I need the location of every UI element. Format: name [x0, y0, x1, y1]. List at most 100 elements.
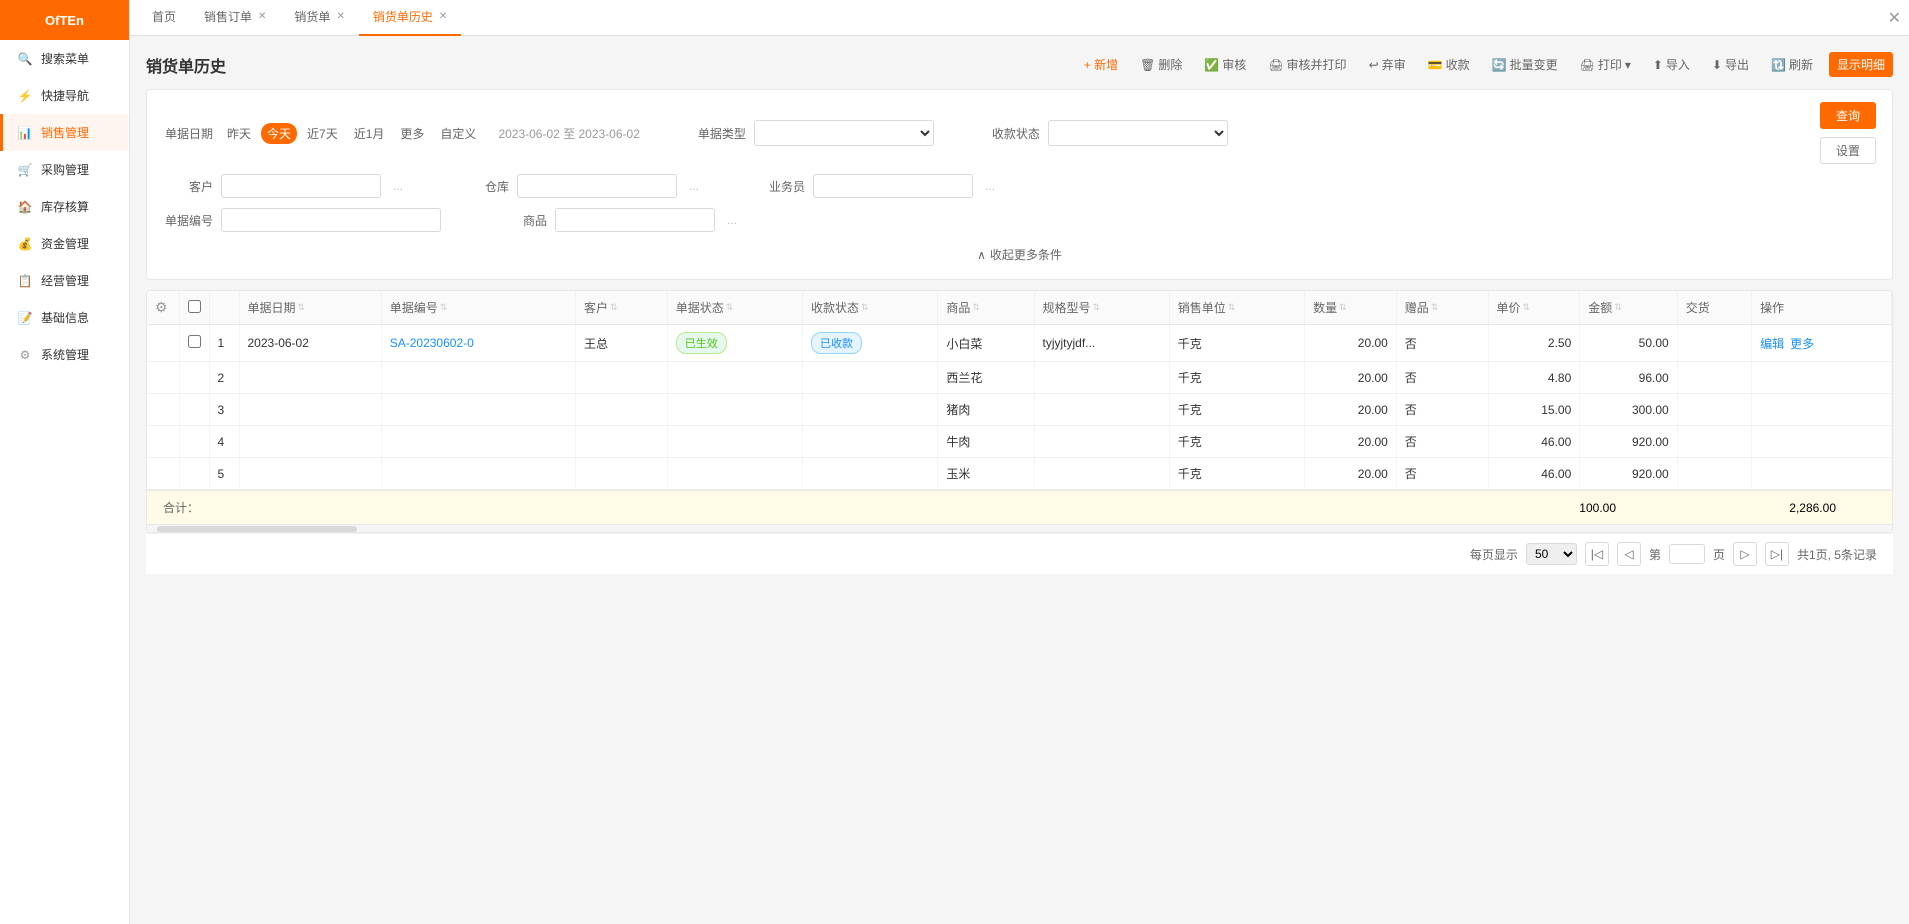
customer-ellipsis[interactable]: ... [393, 179, 403, 193]
salesperson-ellipsis[interactable]: ... [985, 179, 995, 193]
delete-button[interactable]: 🗑 删除 [1134, 54, 1188, 75]
trade-cell [1677, 394, 1751, 426]
gift-cell: 否 [1396, 458, 1488, 490]
prev-page-button[interactable]: ◁ [1617, 542, 1641, 566]
filter-doc-no: 单据编号 [163, 208, 441, 232]
tab-sales-history[interactable]: 销货单历史 ✕ [359, 0, 461, 36]
export-icon: ⬇ [1712, 58, 1722, 72]
batch-change-button[interactable]: 🔄 批量变更 [1486, 54, 1564, 75]
sidebar-item-purchase-mgmt[interactable]: 🛒 采购管理 [0, 151, 129, 188]
shortcut-yesterday[interactable]: 昨天 [221, 123, 257, 144]
collectstatus-cell: 已收款 [803, 325, 938, 362]
customer-col-header[interactable]: 客户 ⇅ [576, 291, 668, 325]
setting-button[interactable]: 设置 [1820, 137, 1876, 164]
close-all-tabs[interactable]: ✕ [1888, 8, 1901, 28]
row-checkbox-col [179, 458, 209, 490]
tab-sales-history-close[interactable]: ✕ [439, 11, 447, 22]
docstatus-col-header[interactable]: 单据状态 ⇅ [667, 291, 802, 325]
tab-sales-delivery[interactable]: 销货单 ✕ [280, 0, 358, 36]
sidebar-item-label: 销售管理 [41, 124, 89, 141]
warehouse-input[interactable] [517, 174, 677, 198]
page-header: 销货单历史 + 新增 🗑 删除 ✅ 审核 🖨 审核并打印 ↩ 弃审 [146, 52, 1893, 77]
sidebar-item-finance[interactable]: 💰 资金管理 [0, 225, 129, 262]
customer-cell: 王总 [576, 325, 668, 362]
export-button[interactable]: ⬇ 导出 [1706, 54, 1755, 75]
refresh-button[interactable]: 🔃 刷新 [1765, 54, 1819, 75]
new-button[interactable]: + 新增 [1078, 54, 1124, 75]
abandon-button[interactable]: ↩ 弃审 [1363, 54, 1412, 75]
collectstatus-col-header[interactable]: 收款状态 ⇅ [803, 291, 938, 325]
sidebar-item-sales-mgmt[interactable]: 📊 销售管理 [0, 114, 129, 151]
print-button[interactable]: 🖨 打印 ▾ [1574, 54, 1637, 75]
tab-sales-delivery-close[interactable]: ✕ [336, 11, 344, 22]
price-col-header[interactable]: 单价 ⇅ [1488, 291, 1580, 325]
date-col-header[interactable]: 单据日期 ⇅ [239, 291, 381, 325]
display-detail-button[interactable]: 显示明细 [1829, 52, 1893, 77]
select-all-checkbox[interactable] [188, 300, 201, 313]
unit-col-header[interactable]: 销售单位 ⇅ [1169, 291, 1304, 325]
tab-sales-delivery-label: 销货单 [294, 8, 330, 25]
action-更多[interactable]: 更多 [1790, 337, 1814, 351]
customer-input[interactable] [221, 174, 381, 198]
shortcut-custom[interactable]: 自定义 [434, 123, 482, 144]
warehouse-ellipsis[interactable]: ... [689, 179, 699, 193]
docno-cell [381, 426, 575, 458]
audit-button[interactable]: ✅ 审核 [1198, 54, 1252, 75]
shortcut-today[interactable]: 今天 [261, 123, 297, 144]
tab-sales-history-label: 销货单历史 [373, 8, 433, 25]
collect-status-select[interactable] [1048, 120, 1228, 146]
goods-ellipsis[interactable]: ... [727, 213, 737, 227]
docno-col-header[interactable]: 单据编号 ⇅ [381, 291, 575, 325]
docno-link[interactable]: SA-20230602-0 [390, 336, 474, 350]
tab-sales-order-close[interactable]: ✕ [258, 11, 266, 22]
tab-home[interactable]: 首页 [138, 0, 190, 36]
table-settings-gear[interactable]: ⚙ [155, 299, 168, 315]
goods-input[interactable] [555, 208, 715, 232]
filter-row-2: 客户 ... 仓库 ... 业务员 ... [163, 174, 1876, 198]
amount-col-header[interactable]: 金额 ⇅ [1580, 291, 1677, 325]
row-checkbox[interactable] [188, 335, 201, 348]
goods-col-header[interactable]: 商品 ⇅ [938, 291, 1034, 325]
sidebar-item-ops-mgmt[interactable]: 📋 经营管理 [0, 262, 129, 299]
sidebar-item-inventory[interactable]: 🏠 库存核算 [0, 188, 129, 225]
sidebar-item-sys-mgmt[interactable]: ⚙ 系统管理 [0, 336, 129, 373]
sidebar-item-search-menu[interactable]: 🔍 搜索菜单 [0, 40, 129, 77]
shortcut-1month[interactable]: 近1月 [348, 123, 391, 144]
horizontal-scrollbar[interactable] [147, 524, 1892, 532]
page-number-input[interactable]: 1 [1669, 544, 1705, 564]
sidebar-item-quick-nav[interactable]: ⚡ 快捷导航 [0, 77, 129, 114]
trade-cell [1677, 458, 1751, 490]
refresh-icon: 🔃 [1771, 58, 1786, 72]
docstatus-cell [667, 394, 802, 426]
spec-cell [1034, 394, 1169, 426]
sort-icon: ⇅ [1614, 302, 1622, 313]
abandon-icon: ↩ [1369, 58, 1379, 72]
per-page-select[interactable]: 50 20 100 [1526, 543, 1577, 565]
next-page-button[interactable]: ▷ [1733, 542, 1757, 566]
query-button[interactable]: 查询 [1820, 102, 1876, 129]
sidebar-item-basic-info[interactable]: 📝 基础信息 [0, 299, 129, 336]
batch-change-icon: 🔄 [1492, 58, 1507, 72]
gift-col-header[interactable]: 赠品 ⇅ [1396, 291, 1488, 325]
collect-button[interactable]: 💳 收款 [1422, 54, 1476, 75]
import-button[interactable]: ⬆ 导入 [1647, 54, 1696, 75]
spec-col-header[interactable]: 规格型号 ⇅ [1034, 291, 1169, 325]
action-编辑[interactable]: 编辑 [1760, 337, 1784, 351]
shortcut-7days[interactable]: 近7天 [301, 123, 344, 144]
trade-cell [1677, 325, 1751, 362]
settings-col-header: ⚙ [147, 291, 179, 325]
last-page-button[interactable]: ▷| [1765, 542, 1789, 566]
salesperson-input[interactable] [813, 174, 973, 198]
first-page-button[interactable]: |◁ [1585, 542, 1609, 566]
audit-print-button[interactable]: 🖨 审核并打印 [1262, 54, 1352, 75]
search-icon: 🔍 [17, 51, 33, 67]
doc-no-input[interactable] [221, 208, 441, 232]
filter-row-3: 单据编号 商品 ... [163, 208, 1876, 232]
shortcut-more[interactable]: 更多 [394, 123, 430, 144]
action-cell: 编辑更多 [1752, 325, 1892, 362]
collapse-filter-button[interactable]: ∧ 收起更多条件 [163, 242, 1876, 267]
doc-type-select[interactable] [754, 120, 934, 146]
qty-col-header[interactable]: 数量 ⇅ [1305, 291, 1397, 325]
tab-sales-order[interactable]: 销售订单 ✕ [190, 0, 280, 36]
unit-cell: 千克 [1169, 394, 1304, 426]
